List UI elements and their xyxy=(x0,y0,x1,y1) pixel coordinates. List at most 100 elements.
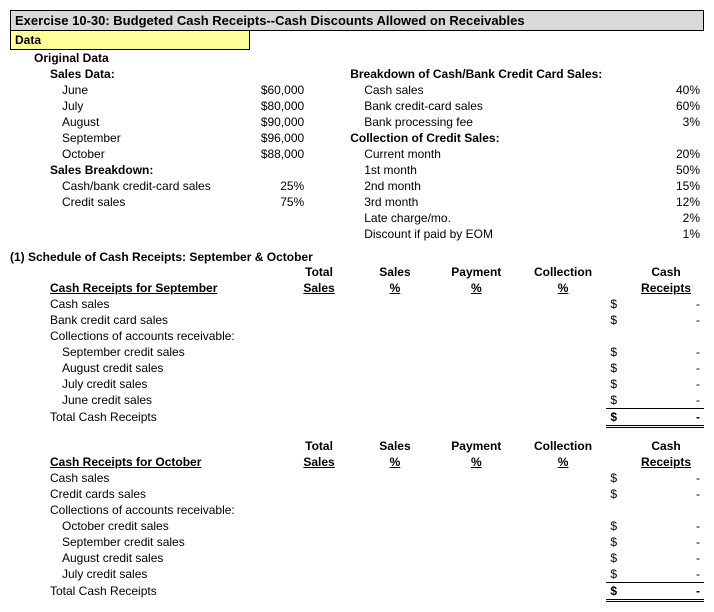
oct-r6: August credit sales xyxy=(10,550,281,566)
card-breakdown-hdr: Breakdown of Cash/Bank Credit Card Sales… xyxy=(346,66,626,82)
dollar: $ xyxy=(606,312,628,328)
dollar: $ xyxy=(606,486,628,502)
amt-jun: $60,000 xyxy=(230,82,308,98)
sales-data-hdr: Sales Data: xyxy=(10,66,230,82)
oct-r7: July credit sales xyxy=(10,566,281,583)
coll-m2-pct: 15% xyxy=(626,178,704,194)
month-jul: July xyxy=(10,98,230,114)
card-cash-pct: 40% xyxy=(626,82,704,98)
original-data-hdr: Original Data xyxy=(10,50,704,66)
dollar: $ xyxy=(606,534,628,550)
original-data-table: Original Data Sales Data: Breakdown of C… xyxy=(10,50,704,242)
col-coll-pct-1b: Collection xyxy=(520,438,607,454)
dollar: $ xyxy=(606,392,628,409)
bd-credit: Credit sales xyxy=(10,194,230,210)
oct-r4: October credit sales xyxy=(10,518,281,534)
dollar: $ xyxy=(606,344,628,360)
bd-credit-pct: 75% xyxy=(230,194,308,210)
dash: - xyxy=(628,566,704,583)
coll-m3-pct: 12% xyxy=(626,194,704,210)
dash: - xyxy=(628,550,704,566)
coll-disc-pct: 1% xyxy=(626,226,704,242)
oct-r5: September credit sales xyxy=(10,534,281,550)
col-pay-pct-1b: Payment xyxy=(433,438,520,454)
sep-hdr: Cash Receipts for September xyxy=(10,280,281,296)
coll-m1: 1st month xyxy=(346,162,612,178)
sep-r3: Collections of accounts receivable: xyxy=(10,328,281,344)
oct-r2: Credit cards sales xyxy=(10,486,281,502)
dash: - xyxy=(628,360,704,376)
col-coll-pct-2: % xyxy=(520,280,607,296)
col-sales-pct-2: % xyxy=(357,280,433,296)
dash: - xyxy=(628,312,704,328)
data-bar: Data xyxy=(10,31,250,50)
col-cash-r-2b: Receipts xyxy=(628,454,704,470)
collection-hdr: Collection of Credit Sales: xyxy=(346,130,626,146)
oct-tot: Total Cash Receipts xyxy=(10,583,281,601)
bd-cashbank-pct: 25% xyxy=(230,178,308,194)
col-sales-pct-1: Sales xyxy=(357,264,433,280)
col-total-sales-1b: Total xyxy=(281,438,357,454)
sep-r7: June credit sales xyxy=(10,392,281,409)
coll-late-pct: 2% xyxy=(626,210,704,226)
dash: - xyxy=(628,583,704,601)
oct-r1: Cash sales xyxy=(10,470,281,486)
month-jun: June xyxy=(10,82,230,98)
coll-late: Late charge/mo. xyxy=(346,210,612,226)
coll-cur: Current month xyxy=(346,146,612,162)
sep-r4: September credit sales xyxy=(10,344,281,360)
oct-r3: Collections of accounts receivable: xyxy=(10,502,281,518)
dash: - xyxy=(628,296,704,312)
col-cash-r-2: Receipts xyxy=(628,280,704,296)
col-pay-pct-2b: % xyxy=(433,454,520,470)
card-fee: Bank processing fee xyxy=(346,114,612,130)
sales-breakdown-hdr: Sales Breakdown: xyxy=(10,162,230,178)
sep-r1: Cash sales xyxy=(10,296,281,312)
amt-jul: $80,000 xyxy=(230,98,308,114)
title-bar: Exercise 10-30: Budgeted Cash Receipts--… xyxy=(10,10,704,31)
dollar: $ xyxy=(606,470,628,486)
coll-m3: 3rd month xyxy=(346,194,612,210)
dollar: $ xyxy=(606,550,628,566)
dollar: $ xyxy=(606,518,628,534)
col-coll-pct-2b: % xyxy=(520,454,607,470)
card-bank: Bank credit-card sales xyxy=(346,98,612,114)
month-oct: October xyxy=(10,146,230,162)
col-sales-pct-2b: % xyxy=(357,454,433,470)
bd-cashbank: Cash/bank credit-card sales xyxy=(10,178,230,194)
dollar: $ xyxy=(606,296,628,312)
col-total-sales-2b: Sales xyxy=(281,454,357,470)
sep-r2: Bank credit card sales xyxy=(10,312,281,328)
dollar: $ xyxy=(606,360,628,376)
card-bank-pct: 60% xyxy=(626,98,704,114)
oct-hdr: Cash Receipts for October xyxy=(10,454,281,470)
month-aug: August xyxy=(10,114,230,130)
dash: - xyxy=(628,392,704,409)
col-pay-pct-2: % xyxy=(433,280,520,296)
col-total-sales-2: Sales xyxy=(281,280,357,296)
dollar: $ xyxy=(606,376,628,392)
dollar: $ xyxy=(606,409,628,427)
card-cash: Cash sales xyxy=(346,82,612,98)
coll-m2: 2nd month xyxy=(346,178,612,194)
coll-disc: Discount if paid by EOM xyxy=(346,226,612,242)
schedule-table: Total Sales Payment Collection Cash Cash… xyxy=(10,264,704,602)
dash: - xyxy=(628,486,704,502)
coll-cur-pct: 20% xyxy=(626,146,704,162)
col-cash-r-1b: Cash xyxy=(628,438,704,454)
dash: - xyxy=(628,470,704,486)
amt-oct: $88,000 xyxy=(230,146,308,162)
amt-aug: $90,000 xyxy=(230,114,308,130)
month-sep: September xyxy=(10,130,230,146)
schedule-1-hdr: (1) Schedule of Cash Receipts: September… xyxy=(10,250,704,264)
col-pay-pct-1: Payment xyxy=(433,264,520,280)
dash: - xyxy=(628,534,704,550)
dash: - xyxy=(628,344,704,360)
dash: - xyxy=(628,518,704,534)
dash: - xyxy=(628,376,704,392)
col-cash-r-1: Cash xyxy=(628,264,704,280)
amt-sep: $96,000 xyxy=(230,130,308,146)
dollar: $ xyxy=(606,583,628,601)
sep-r6: July credit sales xyxy=(10,376,281,392)
card-fee-pct: 3% xyxy=(626,114,704,130)
